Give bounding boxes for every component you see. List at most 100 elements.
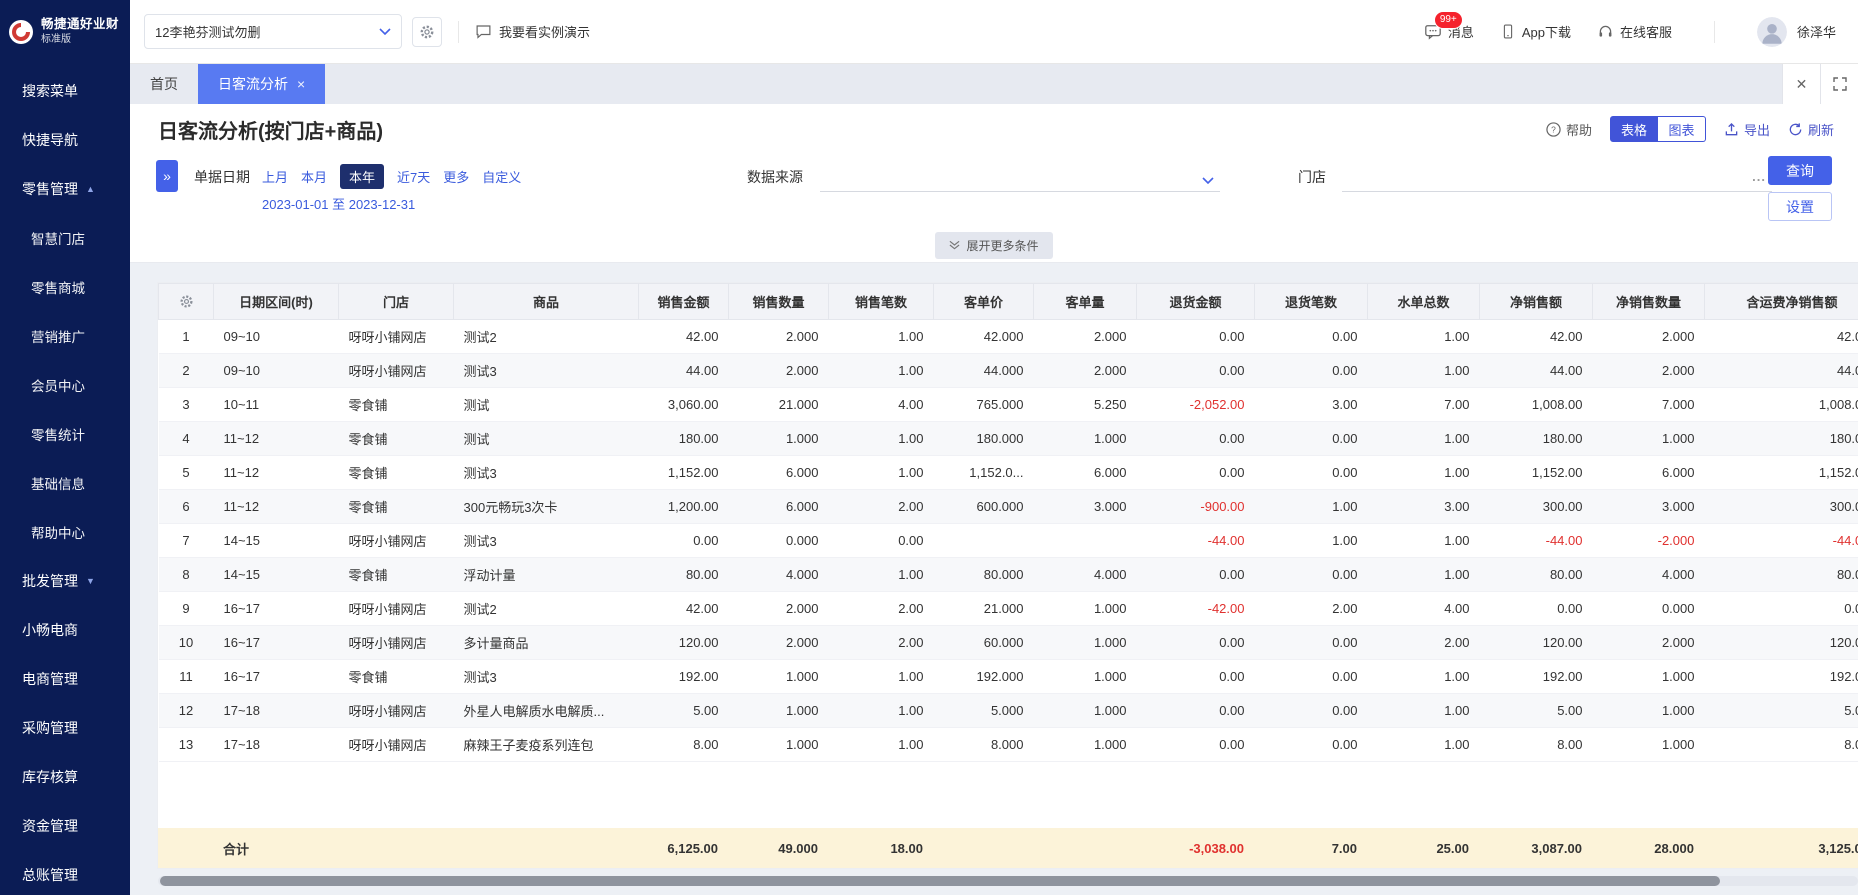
avatar[interactable]	[1756, 16, 1787, 47]
sidebar-item-retail-management[interactable]: 零售管理 ▲	[0, 164, 130, 213]
username[interactable]: 徐泽华	[1797, 22, 1836, 41]
sidebar-item-marketing[interactable]: 营销推广	[0, 311, 130, 360]
sidebar-item-general-ledger[interactable]: 总账管理	[0, 850, 130, 895]
table-row[interactable]: 6 11~12 零食铺 300元畅玩3次卡 1,200.00 6.000 2.00 600.0…	[158, 489, 1858, 524]
sidebar-item-help-center[interactable]: 帮助中心	[0, 507, 130, 556]
close-tabs-button[interactable]: ✕	[1782, 64, 1820, 104]
sidebar-item-label: 资金管理	[22, 817, 78, 834]
table-view-button[interactable]: 表格	[1609, 116, 1658, 142]
table-row[interactable]: 1 09~10 呀呀小铺网店 测试2 42.00 2.000 1.00 42.000 2.000…	[158, 319, 1858, 354]
source-select[interactable]	[820, 162, 1220, 192]
sidebar-item-basic-info[interactable]: 基础信息	[0, 458, 130, 507]
cell-product: 测试	[453, 387, 639, 422]
total-cell-refund-amount: -3,038.00	[1136, 828, 1254, 868]
cell-refund-count: 1.00	[1254, 489, 1368, 524]
sidebar-item-quick-nav[interactable]: 快捷导航	[0, 115, 130, 164]
page-title: 日客流分析(按门店+商品)	[158, 120, 383, 143]
fullscreen-button[interactable]	[1820, 64, 1858, 104]
cell-net-sales-qty: 1.000	[1592, 693, 1705, 728]
cell-sales-qty: 21.000	[728, 387, 829, 422]
expand-more-label: 展开更多条件	[966, 238, 1039, 253]
horizontal-scrollbar[interactable]	[158, 876, 1858, 886]
chart-view-button[interactable]: 图表	[1657, 116, 1706, 142]
column-header-sales-qty: 销售数量	[728, 283, 829, 320]
gear-button[interactable]	[412, 16, 442, 47]
date-option-last-7-days[interactable]: 近7天	[397, 167, 430, 186]
cell-sales-count: 2.00	[828, 625, 934, 660]
cell-store: 呀呀小铺网店	[338, 353, 454, 388]
cell-time-range: 09~10	[213, 353, 339, 388]
sidebar-item-inventory-accounting[interactable]: 库存核算	[0, 752, 130, 801]
column-header-refund-count: 退货笔数	[1254, 283, 1368, 320]
table-row[interactable]: 9 16~17 呀呀小铺网店 测试2 42.00 2.000 2.00 21.000 1.000…	[158, 591, 1858, 626]
sidebar-item-member-center[interactable]: 会员中心	[0, 360, 130, 409]
table-row[interactable]: 5 11~12 零食铺 测试3 1,152.00 6.000 1.00 1,152.0... 6…	[158, 455, 1858, 490]
sidebar-item-purchase-management[interactable]: 采购管理	[0, 703, 130, 752]
help-button[interactable]: ? 帮助	[1546, 120, 1592, 139]
column-header-net-sales-with-freight: 含运费净销售额	[1704, 283, 1858, 320]
demo-link[interactable]: 我要看实例演示	[475, 22, 590, 41]
sidebar-item-funds-management[interactable]: 资金管理	[0, 801, 130, 850]
export-button[interactable]: 导出	[1724, 120, 1770, 139]
cell-avg-ticket-price: 765.000	[933, 387, 1034, 422]
store-select[interactable]: ...	[1342, 162, 1772, 192]
table-row[interactable]: 12 17~18 呀呀小铺网店 外星人电解质水电解质... 5.00 1.000 1.00 5…	[158, 693, 1858, 728]
support-button[interactable]: 在线客服	[1597, 22, 1672, 41]
collapse-filters-button[interactable]: »	[156, 160, 178, 192]
table-row[interactable]: 4 11~12 零食铺 测试 180.00 1.000 1.00 180.000 1.000 0.…	[158, 421, 1858, 456]
refresh-button[interactable]: 刷新	[1788, 120, 1834, 139]
date-option-custom[interactable]: 自定义	[482, 167, 521, 186]
date-option-this-year[interactable]: 本年	[340, 164, 385, 189]
cell-store: 零食铺	[338, 387, 454, 422]
cell-sales-amount: 1,152.00	[638, 455, 729, 490]
table-row[interactable]: 7 14~15 呀呀小铺网店 测试3 0.00 0.000 0.00 -44.00 1.00 1.…	[158, 523, 1858, 558]
expand-more-button[interactable]: 展开更多条件	[935, 231, 1053, 259]
cell-refund-amount: 0.00	[1136, 557, 1255, 592]
table-row[interactable]: 2 09~10 呀呀小铺网店 测试3 44.00 2.000 1.00 44.000 2.000…	[158, 353, 1858, 388]
table-row[interactable]: 11 16~17 零食铺 测试3 192.00 1.000 1.00 192.000 1.000…	[158, 659, 1858, 694]
ellipsis-picker-icon[interactable]: ...	[1752, 169, 1766, 184]
app-download-label: App下载	[1521, 25, 1571, 40]
sidebar-item-retail-mall[interactable]: 零售商城	[0, 262, 130, 311]
cell-avg-ticket-qty: 1.000	[1033, 625, 1137, 660]
tab-daily-traffic[interactable]: 日客流分析 ×	[198, 64, 326, 104]
sidebar-item-wholesale-management[interactable]: 批发管理 ▼	[0, 556, 130, 605]
cell-ticket-total: 1.00	[1367, 421, 1480, 456]
sidebar-item-smart-store[interactable]: 智慧门店	[0, 213, 130, 262]
total-cell-refund-count: 7.00	[1254, 828, 1367, 868]
total-row-table: 合计 6,125.00 49.000 18.00 -3,038.00 7.00 25.00 3…	[158, 828, 1858, 868]
date-option-more[interactable]: 更多	[443, 167, 469, 186]
cell-net-sales-qty: 1.000	[1592, 421, 1705, 456]
gear-icon	[419, 24, 435, 40]
sidebar-item-label: 营销推广	[31, 329, 85, 345]
sidebar-item-ecommerce-management[interactable]: 电商管理	[0, 654, 130, 703]
filter-buttons: 查询 设置	[1768, 156, 1832, 221]
messages-button[interactable]: 99+ 消息	[1424, 11, 1474, 41]
sidebar-item-xiaochang-ecommerce[interactable]: 小畅电商	[0, 605, 130, 654]
sidebar-item-search-menu[interactable]: 搜索菜单	[0, 66, 130, 115]
table-row[interactable]: 8 14~15 零食铺 浮动计量 80.00 4.000 1.00 80.000 4.000 0.…	[158, 557, 1858, 592]
table-row[interactable]: 13 17~18 呀呀小铺网店 麻辣王子麦疫系列连包 8.00 1.000 1.00 8.00…	[158, 727, 1858, 762]
cell-time-range: 11~12	[213, 421, 339, 456]
sidebar-item-label: 帮助中心	[31, 525, 85, 541]
cell-net-sales-qty: 1.000	[1592, 727, 1705, 762]
date-range-value[interactable]: 2023-01-01 至 2023-12-31	[262, 194, 415, 213]
tab-home[interactable]: 首页	[130, 64, 198, 104]
date-option-last-month[interactable]: 上月	[262, 167, 288, 186]
scrollbar-thumb[interactable]	[160, 876, 1720, 886]
date-option-this-month[interactable]: 本月	[301, 167, 327, 186]
cell-sales-amount: 1,200.00	[638, 489, 729, 524]
query-button[interactable]: 查询	[1768, 156, 1832, 185]
org-selector[interactable]: 12李艳芬测试勿删	[144, 14, 402, 49]
app-download-button[interactable]: App下载	[1500, 22, 1571, 41]
cell-ticket-total: 1.00	[1367, 557, 1480, 592]
column-header-sales-amount: 销售金额	[638, 283, 729, 320]
chevron-down-icon: ▼	[86, 575, 95, 586]
column-settings-button[interactable]	[158, 283, 214, 320]
total-cell-avg-ticket-qty	[1033, 828, 1136, 868]
table-row[interactable]: 10 16~17 呀呀小铺网店 多计量商品 120.00 2.000 2.00 60.000 1…	[158, 625, 1858, 660]
tab-close-icon[interactable]: ×	[297, 76, 305, 92]
table-row[interactable]: 3 10~11 零食铺 测试 3,060.00 21.000 4.00 765.000 5.25…	[158, 387, 1858, 422]
filter-settings-button[interactable]: 设置	[1768, 192, 1832, 221]
sidebar-item-retail-stats[interactable]: 零售统计	[0, 409, 130, 458]
